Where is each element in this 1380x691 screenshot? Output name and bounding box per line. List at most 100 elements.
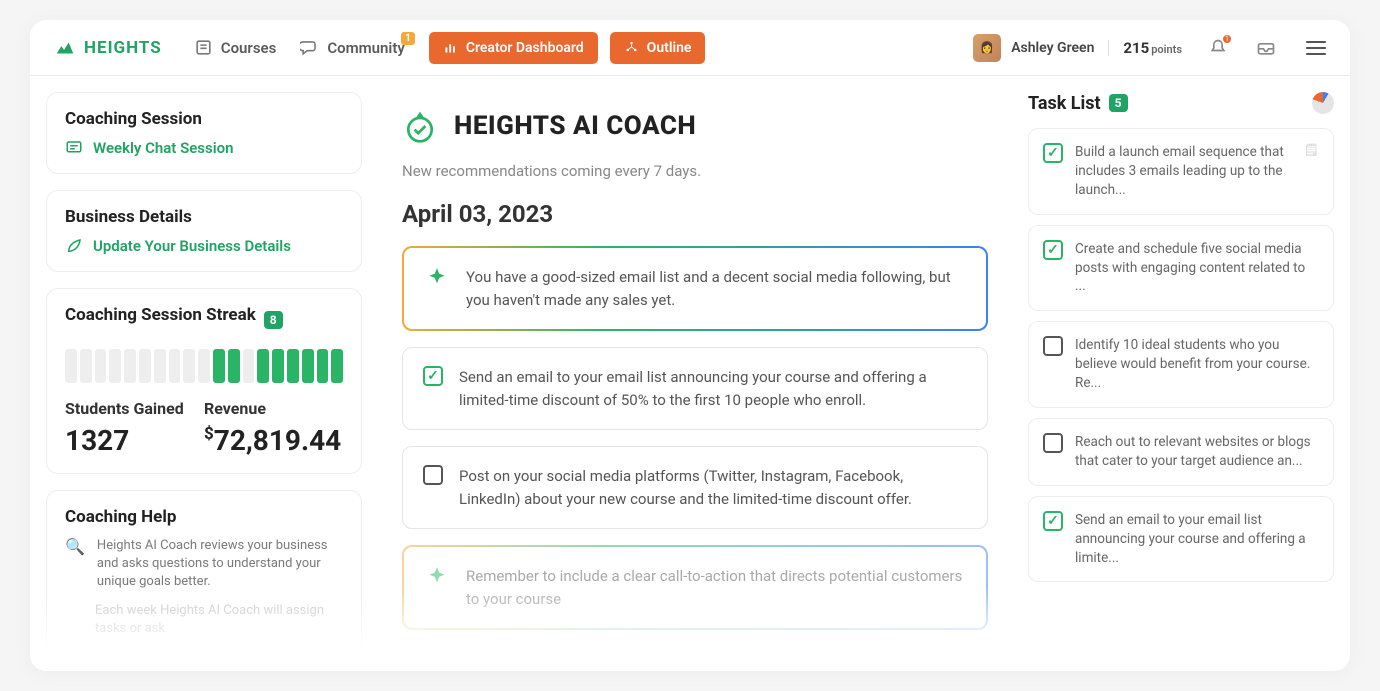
streak-bar <box>154 349 166 383</box>
chat-icon <box>300 38 319 57</box>
revenue-currency: $ <box>204 424 214 444</box>
streak-bar <box>124 349 136 383</box>
task-text: Build a launch email sequence that inclu… <box>1075 143 1292 200</box>
task-text: Send an email to your email list announc… <box>1075 511 1319 568</box>
logo[interactable]: HEIGHTS <box>54 37 162 59</box>
avatar[interactable]: 👩 <box>973 34 1001 62</box>
streak-bar <box>331 349 343 383</box>
streak-bar <box>243 349 255 383</box>
task-text: Reach out to relevant websites or blogs … <box>1075 433 1319 471</box>
task-checkbox[interactable] <box>1043 240 1063 260</box>
nav-courses-label: Courses <box>221 39 277 57</box>
date-heading: April 03, 2023 <box>402 200 988 228</box>
task-item[interactable]: Send an email to your email list announc… <box>1028 496 1334 583</box>
points: 215points <box>1123 39 1182 57</box>
points-value: 215 <box>1123 39 1149 57</box>
students-gained-label: Students Gained <box>65 399 204 418</box>
update-business-label: Update Your Business Details <box>93 237 291 255</box>
streak-bar <box>169 349 181 383</box>
streak-bar <box>213 349 225 383</box>
task-text: Identify 10 ideal students who you belie… <box>1075 336 1319 393</box>
sparkle-icon <box>424 266 450 292</box>
inbox-button[interactable] <box>1254 36 1278 60</box>
update-business-link[interactable]: Update Your Business Details <box>65 237 343 255</box>
business-details-card: Business Details Update Your Business De… <box>46 190 362 272</box>
coaching-session-title: Coaching Session <box>65 109 343 129</box>
nav-courses[interactable]: Courses <box>194 38 277 57</box>
streak-bar <box>272 349 284 383</box>
nav-community-label: Community <box>327 39 405 57</box>
menu-button[interactable] <box>1306 37 1326 59</box>
clipboard-icon <box>65 602 83 638</box>
help-text-1: Heights AI Coach reviews your business a… <box>97 537 343 592</box>
coaching-session-card: Coaching Session Weekly Chat Session <box>46 92 362 174</box>
sparkle-icon <box>424 565 450 591</box>
bar-chart-icon <box>443 40 458 55</box>
task-item[interactable]: Build a launch email sequence that inclu… <box>1028 128 1334 215</box>
streak-bar <box>257 349 269 383</box>
username: Ashley Green <box>1011 40 1109 56</box>
chat-lines-icon <box>65 139 83 157</box>
nav-community[interactable]: Community 1 <box>300 38 405 57</box>
notifications-button[interactable]: 1 <box>1206 36 1230 60</box>
weekly-chat-link[interactable]: Weekly Chat Session <box>65 139 343 157</box>
streak-bar <box>109 349 121 383</box>
creator-dashboard-label: Creator Dashboard <box>466 40 584 56</box>
points-label: points <box>1151 43 1182 56</box>
task-checkbox[interactable] <box>423 465 443 485</box>
notification-badge: 1 <box>1223 35 1231 43</box>
business-details-title: Business Details <box>65 207 343 227</box>
streak-bar <box>198 349 210 383</box>
book-icon <box>194 38 213 57</box>
page-subtitle: New recommendations coming every 7 days. <box>402 162 988 180</box>
streak-bar <box>317 349 329 383</box>
recommendation-item: Remember to include a clear call-to-acti… <box>402 545 988 630</box>
streak-bar <box>183 349 195 383</box>
task-checkbox[interactable] <box>1043 143 1063 163</box>
revenue-label: Revenue <box>204 399 343 418</box>
recommendation-text: You have a good-sized email list and a d… <box>466 266 966 311</box>
progress-donut-icon <box>1312 92 1334 114</box>
inbox-icon <box>1256 38 1276 58</box>
streak-bar <box>65 349 77 383</box>
students-gained-value: 1327 <box>65 424 204 457</box>
help-text-2: Each week Heights AI Coach will assign t… <box>95 602 343 638</box>
coaching-help-title: Coaching Help <box>65 507 343 527</box>
recommendation-item: Post on your social media platforms (Twi… <box>402 446 988 529</box>
creator-dashboard-button[interactable]: Creator Dashboard <box>429 32 598 64</box>
page-title: HEIGHTS AI COACH <box>454 111 696 141</box>
streak-title: Coaching Session Streak <box>65 305 256 325</box>
task-checkbox[interactable] <box>423 366 443 386</box>
streak-card: Coaching Session Streak 8 Students Gaine… <box>46 288 362 474</box>
streak-bar <box>80 349 92 383</box>
note-icon: 🗒 <box>1304 143 1319 157</box>
weekly-chat-label: Weekly Chat Session <box>93 139 234 157</box>
coaching-help-card: Coaching Help 🔍 Heights AI Coach reviews… <box>46 490 362 655</box>
mountain-icon <box>54 37 76 59</box>
recommendation-text: Remember to include a clear call-to-acti… <box>466 565 966 610</box>
tree-icon <box>624 40 639 55</box>
leaf-icon <box>65 237 83 255</box>
recommendation-item: Send an email to your email list announc… <box>402 347 988 430</box>
task-checkbox[interactable] <box>1043 336 1063 356</box>
task-checkbox[interactable] <box>1043 433 1063 453</box>
streak-bar <box>228 349 240 383</box>
community-badge: 1 <box>401 32 415 45</box>
task-checkbox[interactable] <box>1043 511 1063 531</box>
task-count-badge: 5 <box>1109 94 1128 112</box>
task-text: Create and schedule five social media po… <box>1075 240 1319 297</box>
streak-badge: 8 <box>264 311 283 329</box>
revenue-amount: 72,819.44 <box>214 424 341 457</box>
recommendation-item: You have a good-sized email list and a d… <box>402 246 988 331</box>
outline-label: Outline <box>647 40 692 56</box>
streak-bar <box>95 349 107 383</box>
coach-badge-icon <box>402 108 438 144</box>
task-item[interactable]: Identify 10 ideal students who you belie… <box>1028 321 1334 408</box>
task-item[interactable]: Reach out to relevant websites or blogs … <box>1028 418 1334 486</box>
streak-bar <box>139 349 151 383</box>
task-item[interactable]: Create and schedule five social media po… <box>1028 225 1334 312</box>
magnifier-icon: 🔍 <box>65 537 85 592</box>
outline-button[interactable]: Outline <box>610 32 706 64</box>
recommendation-text: Post on your social media platforms (Twi… <box>459 465 967 510</box>
task-list-title: Task List <box>1028 93 1101 114</box>
